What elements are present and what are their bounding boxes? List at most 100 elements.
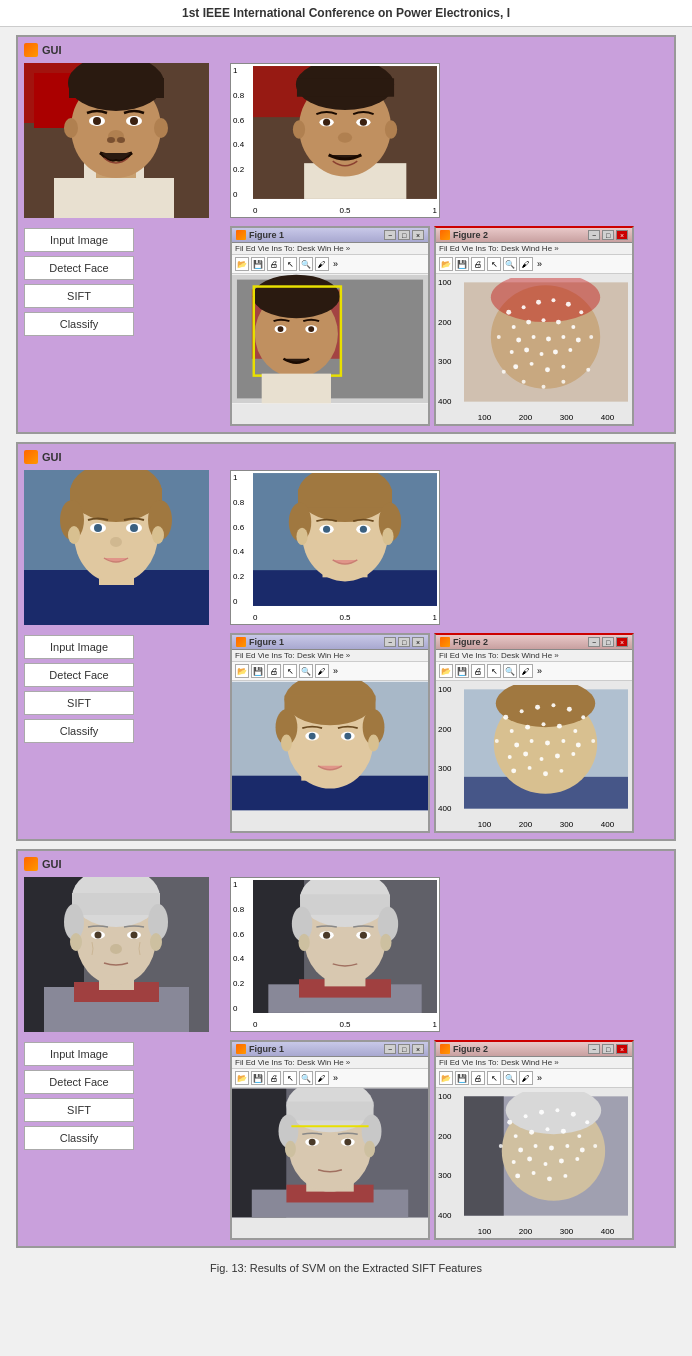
- svg-point-30: [293, 120, 305, 138]
- tb-cursor-f2-2[interactable]: ↖: [487, 664, 501, 678]
- classify-btn-2[interactable]: Classify: [24, 719, 134, 743]
- tb-open-f2-2[interactable]: 📂: [439, 664, 453, 678]
- close-btn-1[interactable]: ×: [412, 230, 424, 240]
- tb-cursor-f2-1[interactable]: ↖: [487, 257, 501, 271]
- input-image-btn-2[interactable]: Input Image: [24, 635, 134, 659]
- close-btn-f2-3[interactable]: ×: [616, 1044, 628, 1054]
- svg-point-217: [546, 1127, 550, 1131]
- restore-btn-2[interactable]: □: [398, 637, 410, 647]
- gui-titlebar-3: GUI: [24, 857, 668, 871]
- x-axis-labels-3: 0 0.5 1: [253, 1020, 437, 1029]
- tb-zoom-3[interactable]: 🔍: [299, 1071, 313, 1085]
- svg-point-48: [536, 300, 541, 305]
- tb-save-1[interactable]: 💾: [251, 257, 265, 271]
- tb-zoom-1[interactable]: 🔍: [299, 257, 313, 271]
- y-label: 1: [233, 473, 244, 482]
- tb-open-3[interactable]: 📂: [235, 1071, 249, 1085]
- tb-cursor-3[interactable]: ↖: [283, 1071, 297, 1085]
- minimize-btn-2[interactable]: −: [384, 637, 396, 647]
- figure2-window-2: Figure 2 − □ × Fil Ed Vie Ins To: Desk W…: [434, 633, 634, 833]
- svg-point-213: [571, 1112, 576, 1117]
- close-btn-2[interactable]: ×: [412, 637, 424, 647]
- tb-zoom-f2-3[interactable]: 🔍: [503, 1071, 517, 1085]
- restore-btn-f2-2[interactable]: □: [602, 637, 614, 647]
- restore-btn-3[interactable]: □: [398, 1044, 410, 1054]
- x-label: 0: [253, 206, 257, 215]
- gui-panel-1: GUI: [16, 35, 676, 434]
- svg-point-215: [514, 1134, 518, 1138]
- svg-point-143: [540, 757, 544, 761]
- sift-btn-3[interactable]: SIFT: [24, 1098, 134, 1122]
- tb-zoom-f2-1[interactable]: 🔍: [503, 257, 517, 271]
- svg-point-218: [561, 1129, 566, 1134]
- minimize-btn-f2-1[interactable]: −: [588, 230, 600, 240]
- svg-point-15: [117, 137, 125, 143]
- tb-open-2[interactable]: 📂: [235, 664, 249, 678]
- tb-print-1[interactable]: 🖨: [267, 257, 281, 271]
- tb-open-f2-3[interactable]: 📂: [439, 1071, 453, 1085]
- sift-btn-1[interactable]: SIFT: [24, 284, 134, 308]
- x-label: 400: [601, 1227, 614, 1236]
- svg-point-201: [344, 1139, 351, 1146]
- sift-btn-2[interactable]: SIFT: [24, 691, 134, 715]
- tb-cursor-1[interactable]: ↖: [283, 257, 297, 271]
- svg-point-46: [506, 310, 511, 315]
- minimize-btn-f2-3[interactable]: −: [588, 1044, 600, 1054]
- svg-point-235: [593, 1144, 597, 1148]
- svg-point-91: [68, 526, 80, 544]
- tb-save-3[interactable]: 💾: [251, 1071, 265, 1085]
- tb-print-2[interactable]: 🖨: [267, 664, 281, 678]
- detect-face-btn-2[interactable]: Detect Face: [24, 663, 134, 687]
- tb-zoom-f2-2[interactable]: 🔍: [503, 664, 517, 678]
- svg-point-89: [130, 524, 138, 532]
- detect-face-btn-3[interactable]: Detect Face: [24, 1070, 134, 1094]
- tb-paint-f2-1[interactable]: 🖌: [519, 257, 533, 271]
- tb-save-f2-2[interactable]: 💾: [455, 664, 469, 678]
- tb-zoom-2[interactable]: 🔍: [299, 664, 313, 678]
- y-axis-labels-3: 1 0.8 0.6 0.4 0.2 0: [233, 880, 244, 1013]
- restore-btn-f2-3[interactable]: □: [602, 1044, 614, 1054]
- tb-paint-f2-3[interactable]: 🖌: [519, 1071, 533, 1085]
- close-btn-3[interactable]: ×: [412, 1044, 424, 1054]
- svg-point-166: [131, 932, 138, 939]
- minimize-btn-1[interactable]: −: [384, 230, 396, 240]
- svg-point-140: [576, 743, 581, 748]
- x-label: 1: [433, 1020, 437, 1029]
- svg-point-130: [581, 715, 585, 719]
- fig2-y-labels-3: 100 200 300 400: [438, 1092, 451, 1220]
- svg-rect-206: [464, 1096, 504, 1215]
- tb-print-f2-3[interactable]: 🖨: [471, 1071, 485, 1085]
- minimize-btn-3[interactable]: −: [384, 1044, 396, 1054]
- tb-paint-f2-2[interactable]: 🖌: [519, 664, 533, 678]
- close-btn-f2-1[interactable]: ×: [616, 230, 628, 240]
- restore-btn-1[interactable]: □: [398, 230, 410, 240]
- tb-cursor-f2-3[interactable]: ↖: [487, 1071, 501, 1085]
- tb-paint-1[interactable]: 🖌: [315, 257, 329, 271]
- tb-save-f2-3[interactable]: 💾: [455, 1071, 469, 1085]
- svg-point-26: [323, 119, 330, 126]
- input-image-btn-1[interactable]: Input Image: [24, 228, 134, 252]
- tb-cursor-2[interactable]: ↖: [283, 664, 297, 678]
- tb-print-f2-1[interactable]: 🖨: [471, 257, 485, 271]
- tb-print-f2-2[interactable]: 🖨: [471, 664, 485, 678]
- svg-point-210: [524, 1114, 528, 1118]
- svg-point-219: [577, 1134, 581, 1138]
- tb-save-2[interactable]: 💾: [251, 664, 265, 678]
- tb-print-3[interactable]: 🖨: [267, 1071, 281, 1085]
- tb-open-1[interactable]: 📂: [235, 257, 249, 271]
- svg-point-134: [557, 724, 562, 729]
- input-image-btn-3[interactable]: Input Image: [24, 1042, 134, 1066]
- plot-image-area-3: [253, 880, 437, 1013]
- gui-panel-3: GUI: [16, 849, 676, 1248]
- tb-save-f2-1[interactable]: 💾: [455, 257, 469, 271]
- tb-paint-2[interactable]: 🖌: [315, 664, 329, 678]
- detect-face-btn-1[interactable]: Detect Face: [24, 256, 134, 280]
- close-btn-f2-2[interactable]: ×: [616, 637, 628, 647]
- minimize-btn-f2-2[interactable]: −: [588, 637, 600, 647]
- x-label: 200: [519, 820, 532, 829]
- classify-btn-1[interactable]: Classify: [24, 312, 134, 336]
- tb-open-f2-1[interactable]: 📂: [439, 257, 453, 271]
- restore-btn-f2-1[interactable]: □: [602, 230, 614, 240]
- classify-btn-3[interactable]: Classify: [24, 1126, 134, 1150]
- tb-paint-3[interactable]: 🖌: [315, 1071, 329, 1085]
